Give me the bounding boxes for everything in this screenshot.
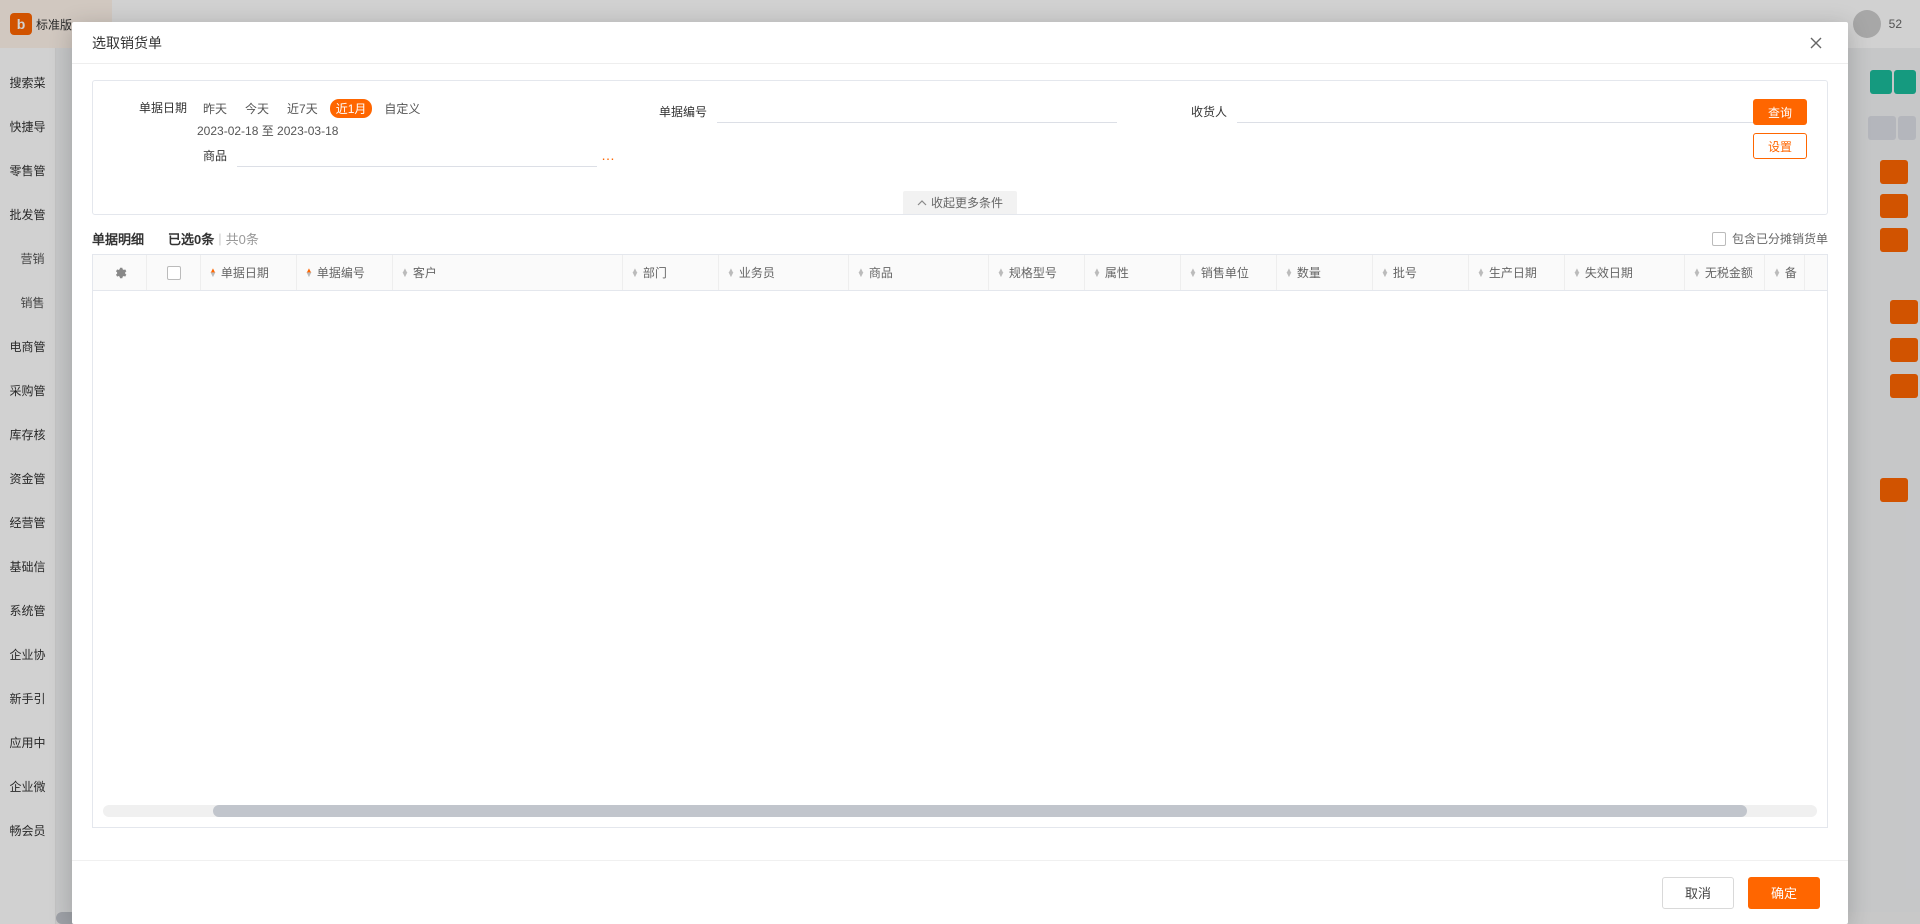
sort-icon[interactable]: ▲▼ [401, 269, 409, 277]
column-label: 规格型号 [1009, 264, 1057, 281]
column-header-sales[interactable]: ▲▼ 业务员 [719, 255, 849, 290]
column-label: 无税金额 [1705, 264, 1753, 281]
chevron-up-icon [917, 199, 927, 207]
column-header-qty[interactable]: ▲▼ 数量 [1277, 255, 1373, 290]
column-label: 单据日期 [221, 264, 269, 281]
column-header-remark[interactable]: ▲▼ 备 [1765, 255, 1805, 290]
results-table: ▲▼单据日期▲▼单据编号▲▼客户▲▼部门▲▼业务员▲▼商品▲▼规格型号▲▼属性▲… [92, 254, 1828, 828]
search-panel: 单据日期 昨天 今天 近7天 近1月 自定义 2023-02-18 至 2023… [92, 80, 1828, 215]
column-label: 失效日期 [1585, 264, 1633, 281]
sort-icon[interactable]: ▲▼ [1477, 269, 1485, 277]
column-header-batch[interactable]: ▲▼ 批号 [1373, 255, 1469, 290]
date-quick-last1m[interactable]: 近1月 [330, 99, 373, 118]
filter-product-input[interactable] [237, 143, 597, 167]
include-allocated-label: 包含已分摊销货单 [1732, 230, 1828, 247]
confirm-button[interactable]: 确定 [1748, 877, 1820, 909]
close-icon [1810, 37, 1822, 49]
column-header-spec[interactable]: ▲▼ 规格型号 [989, 255, 1085, 290]
modal-header: 选取销货单 [72, 22, 1848, 64]
column-label: 生产日期 [1489, 264, 1537, 281]
date-quick-last7[interactable]: 近7天 [281, 99, 324, 118]
column-header-product[interactable]: ▲▼ 商品 [849, 255, 989, 290]
sort-icon[interactable]: ▲▼ [727, 269, 735, 277]
column-label: 批号 [1393, 264, 1417, 281]
column-label: 部门 [643, 264, 667, 281]
date-quick-picker: 昨天 今天 近7天 近1月 自定义 [197, 99, 426, 118]
column-header-unit[interactable]: ▲▼ 销售单位 [1181, 255, 1277, 290]
filter-docno-input[interactable] [717, 99, 1117, 123]
filter-date-label: 单据日期 [117, 99, 187, 116]
column-header-customer[interactable]: ▲▼ 客户 [393, 255, 623, 290]
collapse-label: 收起更多条件 [931, 194, 1003, 211]
column-label: 业务员 [739, 264, 775, 281]
column-header-date[interactable]: ▲▼ 单据日期 [201, 255, 297, 290]
cancel-button[interactable]: 取消 [1662, 877, 1734, 909]
date-quick-yesterday[interactable]: 昨天 [197, 99, 233, 118]
modal-close-button[interactable] [1804, 31, 1828, 55]
select-sales-order-modal: 选取销货单 单据日期 昨天 今天 近7天 近1月 自定义 [72, 22, 1848, 924]
sort-icon[interactable]: ▲▼ [209, 269, 217, 277]
filter-product-label: 商品 [117, 147, 227, 164]
column-header-expire[interactable]: ▲▼ 失效日期 [1565, 255, 1685, 290]
sort-icon[interactable]: ▲▼ [1381, 269, 1389, 277]
table-hscroll-thumb[interactable] [213, 805, 1747, 817]
sort-icon[interactable]: ▲▼ [631, 269, 639, 277]
modal-body: 单据日期 昨天 今天 近7天 近1月 自定义 2023-02-18 至 2023… [72, 64, 1848, 860]
query-button[interactable]: 查询 [1753, 99, 1807, 125]
sort-icon[interactable]: ▲▼ [1693, 269, 1701, 277]
table-header: ▲▼单据日期▲▼单据编号▲▼客户▲▼部门▲▼业务员▲▼商品▲▼规格型号▲▼属性▲… [93, 255, 1827, 291]
sort-icon[interactable]: ▲▼ [305, 269, 313, 277]
date-quick-custom[interactable]: 自定义 [378, 99, 426, 118]
table-horizontal-scrollbar[interactable] [103, 805, 1817, 817]
column-label: 数量 [1297, 264, 1321, 281]
sort-icon[interactable]: ▲▼ [1773, 269, 1781, 277]
column-label: 销售单位 [1201, 264, 1249, 281]
sort-icon[interactable]: ▲▼ [1573, 269, 1581, 277]
column-header-gear[interactable] [93, 255, 147, 290]
column-header-chk[interactable] [147, 255, 201, 290]
column-header-dept[interactable]: ▲▼ 部门 [623, 255, 719, 290]
column-label: 备 [1785, 264, 1797, 281]
column-label: 单据编号 [317, 264, 365, 281]
result-summary-row: 单据明细 已选0条 | 共0条 包含已分摊销货单 [92, 229, 1828, 248]
date-quick-today[interactable]: 今天 [239, 99, 275, 118]
column-label: 商品 [869, 264, 893, 281]
filter-product-more[interactable]: … [597, 147, 619, 163]
column-label: 属性 [1105, 264, 1129, 281]
include-allocated-checkbox[interactable] [1712, 232, 1726, 246]
sort-icon[interactable]: ▲▼ [1285, 269, 1293, 277]
sort-icon[interactable]: ▲▼ [857, 269, 865, 277]
gear-icon [113, 266, 127, 280]
collapse-conditions-toggle[interactable]: 收起更多条件 [903, 191, 1017, 214]
total-count: 共0条 [226, 229, 259, 248]
sort-icon[interactable]: ▲▼ [997, 269, 1005, 277]
date-range-display: 2023-02-18 至 2023-03-18 [197, 122, 426, 139]
tab-detail[interactable]: 单据明细 [92, 229, 144, 248]
selected-count: 已选0条 [168, 229, 214, 248]
sort-icon[interactable]: ▲▼ [1189, 269, 1197, 277]
filter-receiver-input[interactable] [1237, 99, 1781, 123]
column-header-prod_date[interactable]: ▲▼ 生产日期 [1469, 255, 1565, 290]
modal-title: 选取销货单 [92, 33, 162, 53]
column-header-no[interactable]: ▲▼ 单据编号 [297, 255, 393, 290]
modal-footer: 取消 确定 [72, 860, 1848, 924]
filter-receiver-label: 收货人 [1157, 103, 1227, 120]
filter-docno-label: 单据编号 [637, 103, 707, 120]
column-header-pretax[interactable]: ▲▼ 无税金额 [1685, 255, 1765, 290]
settings-button[interactable]: 设置 [1753, 133, 1807, 159]
search-action-buttons: 查询 设置 [1753, 99, 1807, 159]
sort-icon[interactable]: ▲▼ [1093, 269, 1101, 277]
column-label: 客户 [413, 264, 437, 281]
column-header-attr[interactable]: ▲▼ 属性 [1085, 255, 1181, 290]
select-all-checkbox[interactable] [167, 266, 181, 280]
